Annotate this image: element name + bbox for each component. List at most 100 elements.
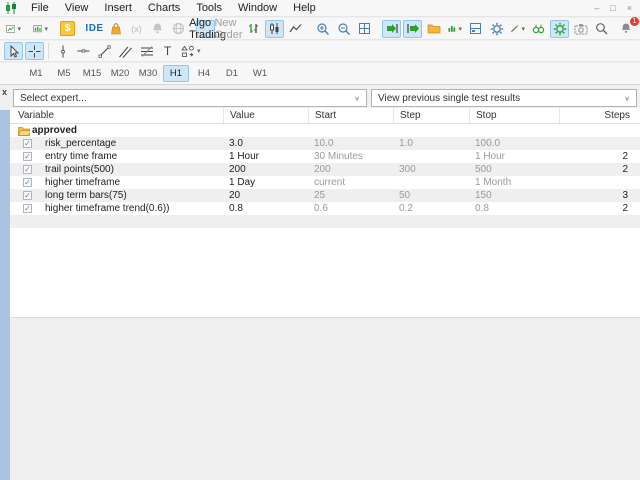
menu-help[interactable]: Help [285,0,324,16]
param-start[interactable]: 30 Minutes [308,150,393,163]
param-stop[interactable]: 500 [469,163,559,176]
timeframe-m15[interactable]: M15 [79,65,105,82]
param-step[interactable]: 1.0 [393,137,469,150]
close-button[interactable]: × [627,1,632,15]
param-step[interactable] [393,176,469,189]
alerts-button[interactable] [148,20,167,38]
screenshot-button[interactable] [571,20,590,38]
param-step[interactable]: 0.2 [393,202,469,215]
candlestick-mode-button[interactable] [265,19,284,38]
expert-select[interactable]: Select expert... ∨ [13,89,367,107]
checkbox[interactable]: ✓ [23,178,32,187]
cursor-tool-button[interactable] [4,42,23,60]
find-symbols-button[interactable] [529,20,548,38]
param-row-higher-timeframe[interactable]: ✓ higher timeframe 1 Day current 1 Month [10,176,640,189]
line-chart-mode-button[interactable] [286,20,305,38]
param-step[interactable] [393,150,469,163]
timeframe-w1[interactable]: W1 [247,65,273,82]
menu-file[interactable]: File [23,0,57,16]
shapes-tool-button[interactable]: ▾ [179,42,203,60]
timeframe-m30[interactable]: M30 [135,65,161,82]
menu-view[interactable]: View [57,0,97,16]
timeframe-h1[interactable]: H1 [163,65,189,82]
param-row-trail-points[interactable]: ✓ trail points(500) 200 200 300 500 2 [10,163,640,176]
param-step[interactable]: 300 [393,163,469,176]
notifications-button[interactable]: 1 [616,16,639,38]
checkbox[interactable]: ✓ [23,152,32,161]
strategy-tester-button[interactable] [550,19,569,38]
param-value[interactable]: 1 Day [223,176,308,189]
text-tool-button[interactable]: T [158,42,177,60]
checkbox[interactable]: ✓ [23,204,32,213]
param-step[interactable]: 50 [393,189,469,202]
maximize-button[interactable]: □ [610,1,615,15]
menu-window[interactable]: Window [230,0,285,16]
column-header-stop[interactable]: Stop [469,108,559,123]
column-header-start[interactable]: Start [308,108,393,123]
signals-button[interactable]: (x) [127,20,146,38]
param-value[interactable]: 3.0 [223,137,308,150]
bar-chart-mode-button[interactable] [244,20,263,38]
checkbox[interactable]: ✓ [23,191,32,200]
crosshair-tool-button[interactable] [25,42,44,60]
chart-shift-button[interactable] [403,19,422,38]
fibonacci-tool-button[interactable] [137,42,156,60]
param-row-risk-percentage[interactable]: ✓ risk_percentage 3.0 10.0 1.0 100.0 [10,137,640,150]
timeframe-m20[interactable]: M20 [107,65,133,82]
tile-windows-button[interactable] [466,20,485,38]
param-stop[interactable]: 1 Hour [469,150,559,163]
depth-of-market-button[interactable] [424,20,443,38]
trendline-tool-button[interactable] [95,42,114,60]
param-start[interactable]: 25 [308,189,393,202]
param-start[interactable]: 10.0 [308,137,393,150]
auto-scroll-button[interactable] [382,19,401,38]
checkbox[interactable]: ✓ [23,139,32,148]
param-start[interactable]: 200 [308,163,393,176]
community-button[interactable] [169,20,188,38]
param-start[interactable]: current [308,176,393,189]
strategy-button[interactable]: ▾ [508,20,527,38]
timeframe-m1[interactable]: M1 [23,65,49,82]
new-order-button[interactable]: New Order [214,17,242,41]
param-stop[interactable]: 150 [469,189,559,202]
deposit-button[interactable]: $ [58,20,77,38]
param-start[interactable]: 0.6 [308,202,393,215]
param-row-long-term-bars[interactable]: ✓ long term bars(75) 20 25 50 150 3 [10,189,640,202]
vertical-line-tool-button[interactable] [53,42,72,60]
param-value[interactable]: 20 [223,189,308,202]
indicators-button[interactable]: ▾ [445,20,464,38]
new-chart-button[interactable]: ▾ [4,20,23,38]
channel-tool-button[interactable] [116,42,135,60]
param-value[interactable]: 200 [223,163,308,176]
param-value[interactable]: 0.8 [223,202,308,215]
param-row-entry-time-frame[interactable]: ✓ entry time frame 1 Hour 30 Minutes 1 H… [10,150,640,163]
menu-tools[interactable]: Tools [188,0,230,16]
zoom-out-button[interactable] [334,20,353,38]
chart-profiles-button[interactable]: ▾ [31,20,50,38]
settings-button[interactable] [487,20,506,38]
param-value[interactable]: 1 Hour [223,150,308,163]
menu-insert[interactable]: Insert [96,0,140,16]
group-row-approved[interactable]: approved [10,124,640,137]
column-header-value[interactable]: Value [223,108,308,123]
results-select[interactable]: View previous single test results ∨ [371,89,637,107]
column-header-step[interactable]: Step [393,108,469,123]
column-header-steps[interactable]: Steps [559,108,640,123]
checkbox[interactable]: ✓ [23,165,32,174]
algo-trading-button[interactable]: Algo Trading [189,17,226,41]
zoom-in-button[interactable] [313,20,332,38]
market-button[interactable] [106,20,125,38]
metaeditor-button[interactable]: IDE [85,20,104,38]
timeframe-d1[interactable]: D1 [219,65,245,82]
timeframe-m5[interactable]: M5 [51,65,77,82]
timeframe-h4[interactable]: H4 [191,65,217,82]
grid-button[interactable] [355,20,374,38]
column-header-variable[interactable]: Variable [10,108,223,123]
horizontal-line-tool-button[interactable] [74,42,93,60]
panel-close-button[interactable]: x [2,88,7,97]
strategy-tester-tab[interactable]: Strategy Tester [0,110,10,480]
search-button[interactable] [592,20,611,38]
param-row-higher-timeframe-trend[interactable]: ✓ higher timeframe trend(0.6)) 0.8 0.6 0… [10,202,640,215]
param-stop[interactable]: 100.0 [469,137,559,150]
menu-charts[interactable]: Charts [140,0,188,16]
